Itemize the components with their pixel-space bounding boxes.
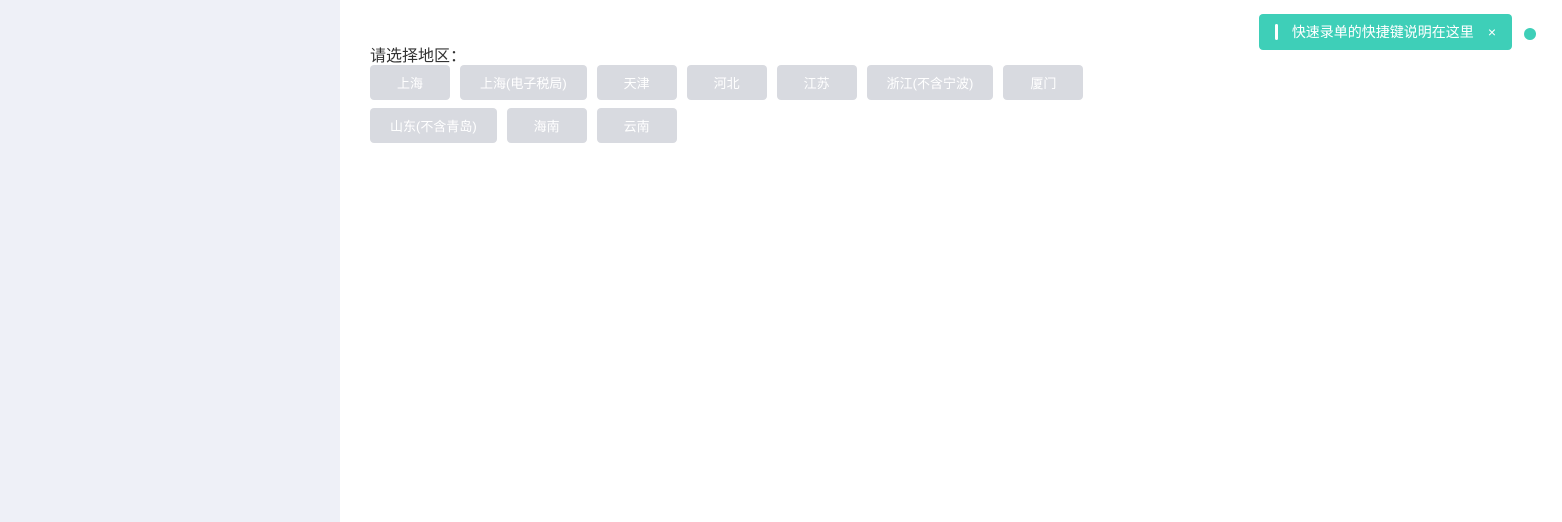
region-btn-hebei[interactable]: 河北 [687, 65, 767, 100]
tooltip-banner: 快速录单的快捷键说明在这里 × [1259, 14, 1512, 50]
tooltip-bar-icon [1275, 24, 1278, 40]
region-btn-xiamen[interactable]: 厦门 [1003, 65, 1083, 100]
sidebar [0, 0, 340, 522]
close-icon[interactable]: × [1488, 24, 1496, 40]
region-btn-tianjin[interactable]: 天津 [597, 65, 677, 100]
main-content: 快速录单的快捷键说明在这里 × 请选择地区： 上海 上海(电子税局) 天津 河北… [340, 0, 1562, 522]
region-buttons-row2: 山东(不含青岛) 海南 云南 [370, 108, 677, 143]
tooltip-text: 快速录单的快捷键说明在这里 [1292, 22, 1474, 42]
region-btn-zhejiang[interactable]: 浙江(不含宁波) [867, 65, 994, 100]
region-btn-hainan[interactable]: 海南 [507, 108, 587, 143]
region-buttons-row1: 上海 上海(电子税局) 天津 河北 江苏 浙江(不含宁波) 厦门 [370, 65, 1470, 100]
region-label: 请选择地区： [370, 42, 466, 66]
tooltip-dot [1524, 28, 1536, 40]
region-btn-shandong[interactable]: 山东(不含青岛) [370, 108, 497, 143]
region-btn-yunnan[interactable]: 云南 [597, 108, 677, 143]
region-btn-jiangsu[interactable]: 江苏 [777, 65, 857, 100]
region-btn-shanghai-etax[interactable]: 上海(电子税局) [460, 65, 587, 100]
region-btn-shanghai[interactable]: 上海 [370, 65, 450, 100]
